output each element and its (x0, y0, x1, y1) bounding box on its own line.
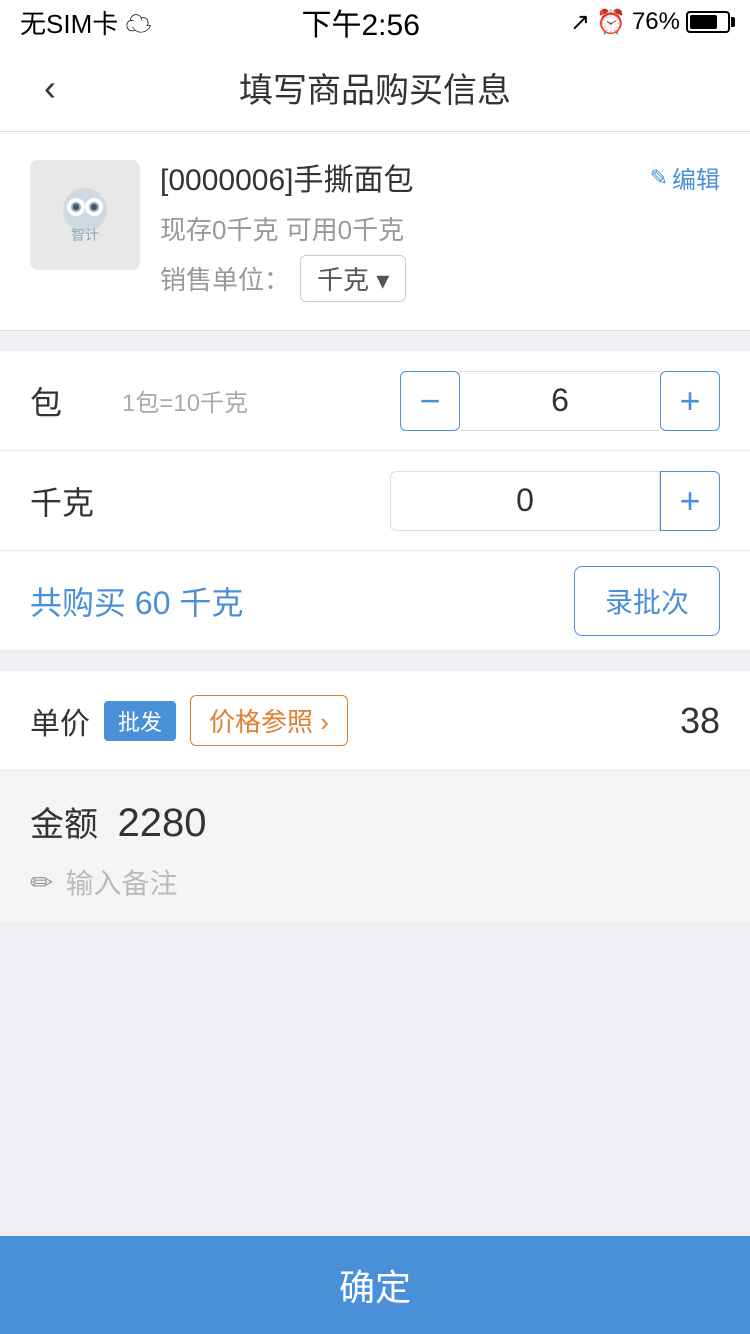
product-name: [0000006]手撕面包 (160, 160, 413, 202)
price-row: 单价 批发 价格参照 › 38 (30, 695, 720, 746)
section-separator-1 (0, 331, 750, 351)
empty-area (0, 922, 750, 1242)
price-section: 单价 批发 价格参照 › 38 (0, 671, 750, 771)
kg-row: 千克 + (0, 451, 750, 551)
kg-controls: + (390, 471, 720, 531)
alarm-icon: ⏰ (596, 8, 626, 37)
price-reference-button[interactable]: 价格参照 › (190, 695, 348, 746)
amount-label: 金额 (30, 806, 98, 844)
unit-label: 销售单位： (160, 260, 290, 297)
summary-text: 共购买 60 千克 (30, 578, 574, 624)
edit-button[interactable]: ✎ 编辑 (650, 160, 720, 195)
summary-prefix: 共购买 (30, 585, 126, 621)
product-logo: 智计 (50, 180, 120, 250)
page-title: 填写商品购买信息 (239, 63, 511, 112)
unit-select[interactable]: 千克 ▾ (300, 255, 406, 302)
note-row[interactable]: ✏ 输入备注 (30, 862, 720, 902)
price-tag: 批发 (104, 701, 176, 741)
edit-icon: ✎ (650, 165, 668, 191)
edit-label: 编辑 (672, 160, 720, 195)
summary-unit: 千克 (179, 585, 243, 621)
product-card: 智计 [0000006]手撕面包 ✎ 编辑 现存0千克 可用0千克 销售单位： … (0, 132, 750, 331)
summary-qty-value: 60 (135, 585, 171, 621)
status-bar: 无SIM卡 ☁ 下午2:56 ↗ ⏰ 76% (0, 0, 750, 44)
product-stock: 现存0千克 可用0千克 (160, 210, 720, 247)
no-sim-label: 无SIM卡 ☁ (20, 4, 151, 41)
battery-label: 76% (632, 8, 680, 36)
note-input[interactable]: 输入备注 (65, 862, 177, 902)
confirm-bar[interactable]: 确定 (0, 1236, 750, 1334)
amount-number: 2280 (117, 801, 206, 845)
battery-icon (686, 11, 730, 33)
package-hint: 1包=10千克 (122, 383, 400, 418)
record-batch-button[interactable]: 录批次 (574, 566, 720, 636)
svg-text:智计: 智计 (71, 227, 99, 243)
product-info: [0000006]手撕面包 ✎ 编辑 现存0千克 可用0千克 销售单位： 千克 … (160, 160, 720, 302)
package-minus-button[interactable]: − (400, 371, 460, 431)
amount-section: 金额 2280 ✏ 输入备注 (0, 771, 750, 922)
amount-row: 金额 2280 (30, 797, 720, 846)
package-plus-button[interactable]: + (660, 371, 720, 431)
summary-row: 共购买 60 千克 录批次 (0, 551, 750, 651)
package-row: 包 1包=10千克 − + (0, 351, 750, 451)
kg-plus-button[interactable]: + (660, 471, 720, 531)
kg-quantity-input[interactable] (390, 471, 660, 531)
status-right: ↗ ⏰ 76% (570, 8, 730, 37)
back-button[interactable]: ‹ (20, 58, 80, 118)
price-value: 38 (680, 700, 720, 742)
location-icon: ↗ (570, 8, 590, 37)
product-unit-row: 销售单位： 千克 ▾ (160, 255, 720, 302)
package-label: 包 (30, 378, 110, 424)
kg-label: 千克 (30, 478, 110, 524)
section-separator-2 (0, 651, 750, 671)
product-thumbnail: 智计 (30, 160, 140, 270)
status-left: 无SIM卡 ☁ (20, 4, 151, 41)
package-controls: − + (400, 371, 720, 431)
input-section: 包 1包=10千克 − + 千克 + 共购买 60 千克 录批次 (0, 351, 750, 651)
package-quantity-input[interactable] (460, 371, 660, 431)
status-time: 下午2:56 (302, 0, 420, 44)
nav-bar: ‹ 填写商品购买信息 (0, 44, 750, 132)
pencil-icon: ✏ (30, 866, 53, 899)
confirm-button[interactable]: 确定 (339, 1259, 411, 1311)
price-label: 单价 (30, 699, 90, 743)
